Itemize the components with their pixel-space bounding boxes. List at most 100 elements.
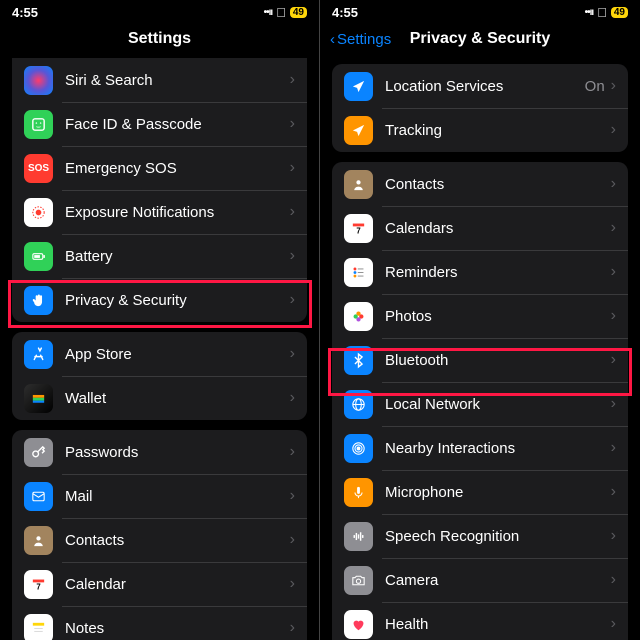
row-label: Speech Recognition (385, 528, 611, 545)
chevron-right-icon: › (290, 487, 295, 505)
row-calendars[interactable]: 7 Calendars › (332, 206, 628, 250)
chevron-right-icon: › (290, 531, 295, 549)
row-label: Contacts (65, 532, 290, 549)
row-label: Wallet (65, 390, 290, 407)
row-label: Nearby Interactions (385, 440, 611, 457)
nav-bar: Settings (0, 24, 319, 54)
row-nearby[interactable]: Nearby Interactions › (332, 426, 628, 470)
calendar-icon: 7 (344, 214, 373, 243)
settings-group-general: Siri & Search › Face ID & Passcode › SOS… (12, 58, 307, 322)
row-contacts[interactable]: Contacts › (12, 518, 307, 562)
chevron-right-icon: › (611, 307, 616, 325)
chevron-right-icon: › (290, 159, 295, 177)
row-label: Calendar (65, 576, 290, 593)
privacy-list[interactable]: Location Services On › Tracking › Contac… (320, 54, 640, 640)
mail-icon (24, 482, 53, 511)
chevron-right-icon: › (611, 219, 616, 237)
row-label: Exposure Notifications (65, 204, 290, 221)
chevron-right-icon: › (611, 121, 616, 139)
svg-text:7: 7 (36, 582, 40, 591)
contacts-icon (344, 170, 373, 199)
row-privacy-security[interactable]: Privacy & Security › (12, 278, 307, 322)
row-microphone[interactable]: Microphone › (332, 470, 628, 514)
row-notes[interactable]: Notes › (12, 606, 307, 640)
row-bluetooth[interactable]: Bluetooth › (332, 338, 628, 382)
row-wallet[interactable]: Wallet › (12, 376, 307, 420)
row-siri[interactable]: Siri & Search › (12, 58, 307, 102)
chevron-right-icon: › (611, 263, 616, 281)
row-sos[interactable]: SOS Emergency SOS › (12, 146, 307, 190)
row-label: Battery (65, 248, 290, 265)
chevron-right-icon: › (611, 351, 616, 369)
chevron-right-icon: › (611, 395, 616, 413)
row-label: Contacts (385, 176, 611, 193)
camera-icon (344, 566, 373, 595)
row-health[interactable]: Health › (332, 602, 628, 640)
row-label: Mail (65, 488, 290, 505)
chevron-right-icon: › (611, 175, 616, 193)
row-passwords[interactable]: Passwords › (12, 430, 307, 474)
row-exposure[interactable]: Exposure Notifications › (12, 190, 307, 234)
row-label: App Store (65, 346, 290, 363)
row-label: Tracking (385, 122, 611, 139)
chevron-right-icon: › (290, 247, 295, 265)
privacy-group-location: Location Services On › Tracking › (332, 64, 628, 152)
battery-icon: 49 (290, 7, 307, 18)
row-tracking[interactable]: Tracking › (332, 108, 628, 152)
row-label: Location Services (385, 78, 585, 95)
siri-icon (24, 66, 53, 95)
tracking-icon (344, 116, 373, 145)
row-reminders[interactable]: Reminders › (332, 250, 628, 294)
appstore-icon (24, 340, 53, 369)
settings-list[interactable]: Siri & Search › Face ID & Passcode › SOS… (0, 54, 319, 640)
chevron-right-icon: › (290, 345, 295, 363)
row-mail[interactable]: Mail › (12, 474, 307, 518)
wifi-icon: 􀙇 (276, 5, 286, 20)
row-appstore[interactable]: App Store › (12, 332, 307, 376)
microphone-icon (344, 478, 373, 507)
location-icon (344, 72, 373, 101)
chevron-right-icon: › (290, 291, 295, 309)
nav-back-button[interactable]: ‹ Settings (330, 31, 391, 48)
nav-title: Privacy & Security (410, 30, 551, 48)
signal-icon: ••ıı (585, 7, 594, 18)
chevron-left-icon: ‹ (330, 31, 335, 48)
row-calendar[interactable]: 7 Calendar › (12, 562, 307, 606)
hand-icon (24, 286, 53, 315)
row-label: Privacy & Security (65, 292, 290, 309)
privacy-security-screen: 4:55 ••ıı 􀙇 49 ‹ Settings Privacy & Secu… (320, 0, 640, 640)
battery-icon (24, 242, 53, 271)
row-speech[interactable]: Speech Recognition › (332, 514, 628, 558)
svg-text:7: 7 (356, 226, 360, 235)
row-label: Passwords (65, 444, 290, 461)
row-faceid[interactable]: Face ID & Passcode › (12, 102, 307, 146)
signal-icon: ••ıı (264, 7, 273, 18)
speech-icon (344, 522, 373, 551)
row-detail: On (585, 78, 605, 95)
health-icon (344, 610, 373, 639)
row-location-services[interactable]: Location Services On › (332, 64, 628, 108)
nav-title: Settings (128, 30, 191, 48)
row-local-network[interactable]: Local Network › (332, 382, 628, 426)
chevron-right-icon: › (611, 77, 616, 95)
chevron-right-icon: › (611, 615, 616, 633)
row-battery[interactable]: Battery › (12, 234, 307, 278)
row-contacts[interactable]: Contacts › (332, 162, 628, 206)
reminders-icon (344, 258, 373, 287)
row-label: Bluetooth (385, 352, 611, 369)
wallet-icon (24, 384, 53, 413)
battery-icon: 49 (611, 7, 628, 18)
row-photos[interactable]: Photos › (332, 294, 628, 338)
faceid-icon (24, 110, 53, 139)
settings-group-apps: Passwords › Mail › Contacts › 7 Calendar… (12, 430, 307, 640)
sos-icon: SOS (24, 154, 53, 183)
privacy-group-data: Contacts › 7 Calendars › Reminders › Pho… (332, 162, 628, 640)
key-icon (24, 438, 53, 467)
bluetooth-icon (344, 346, 373, 375)
settings-screen: 4:55 ••ıı 􀙇 49 Settings Siri & Search › … (0, 0, 320, 640)
chevron-right-icon: › (611, 527, 616, 545)
row-label: Siri & Search (65, 72, 290, 89)
chevron-right-icon: › (290, 115, 295, 133)
row-label: Notes (65, 620, 290, 637)
row-camera[interactable]: Camera › (332, 558, 628, 602)
